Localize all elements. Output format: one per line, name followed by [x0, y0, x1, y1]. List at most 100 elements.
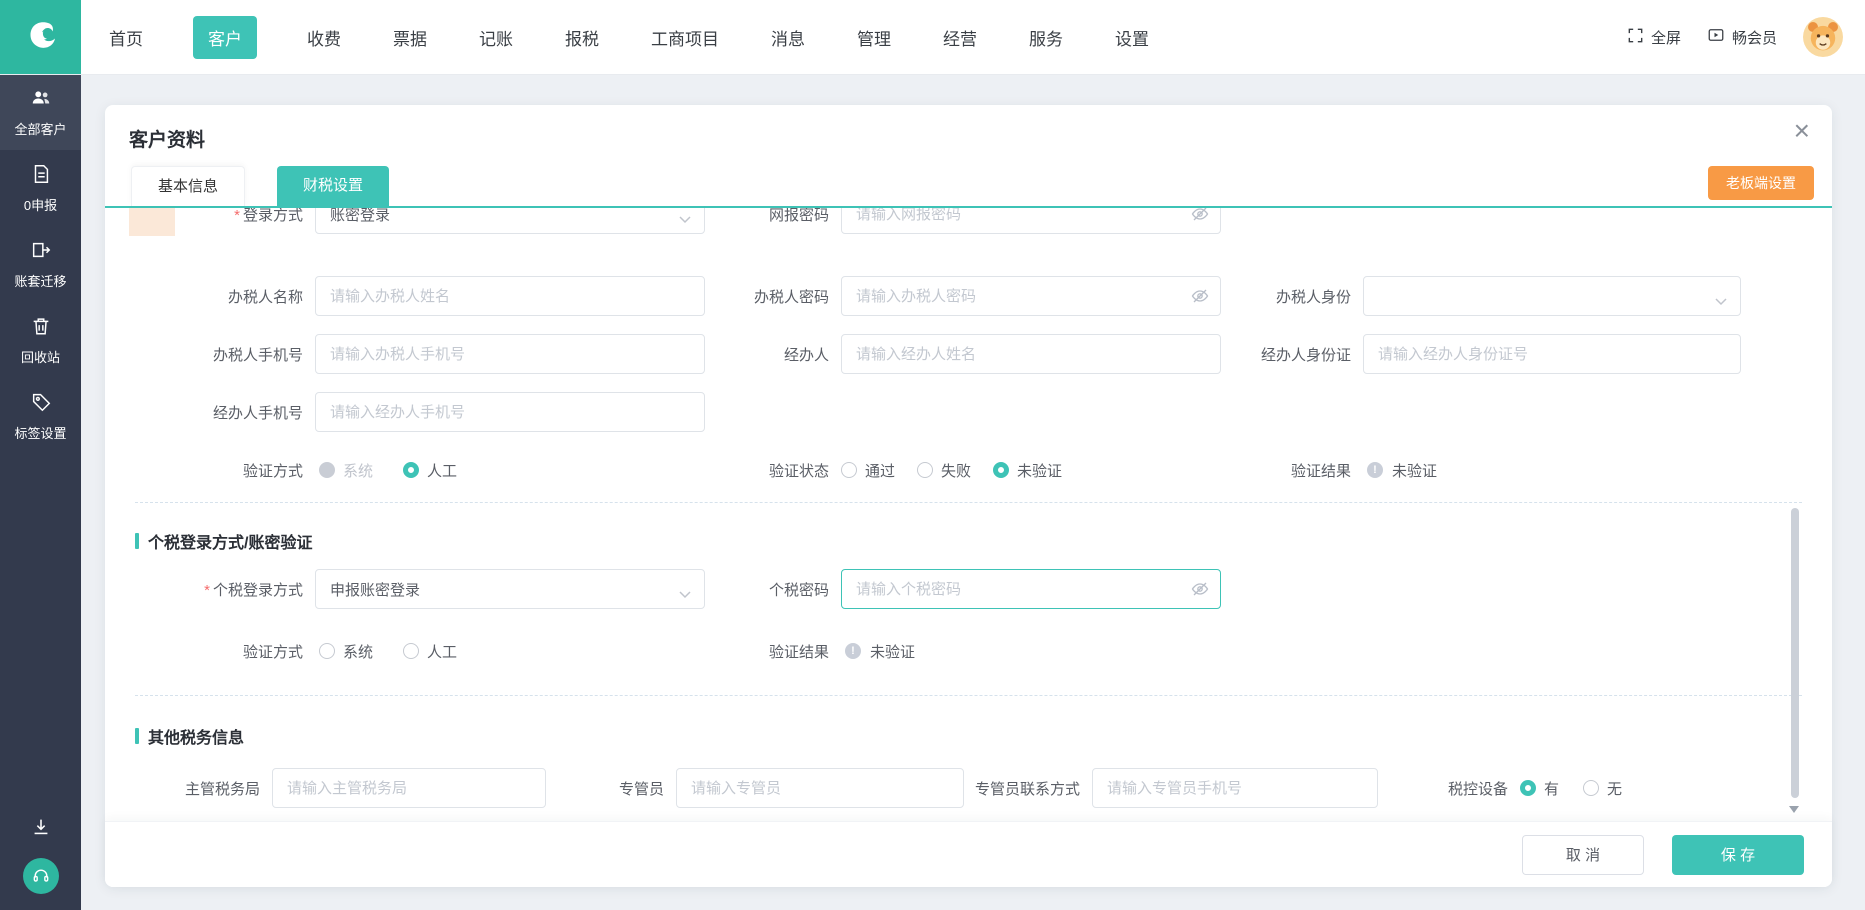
tax-bureau-input[interactable] [273, 769, 545, 807]
radio-has-device[interactable]: 有 [1520, 778, 1559, 799]
fullscreen-label: 全屏 [1650, 29, 1681, 47]
info-icon: ! [845, 643, 861, 659]
taxer-password-field [841, 276, 1221, 316]
nav-charge[interactable]: 收费 [305, 16, 343, 59]
nav-customer[interactable]: 客户 [193, 15, 257, 59]
form-row-other-tax: 主管税务局 专管员 专管员联系方式 税控设备 有 无 [135, 768, 1802, 808]
eye-off-icon[interactable] [1191, 287, 1209, 305]
main-menu: 首页 客户 收费 票据 记账 报税 工商项目 消息 管理 经营 服务 设置 [107, 15, 1151, 59]
fullscreen-button[interactable]: 全屏 [1627, 27, 1681, 48]
save-button[interactable]: 保 存 [1672, 834, 1804, 875]
radio-pass[interactable]: 通过 [841, 460, 895, 481]
tax-bureau-label: 主管税务局 [184, 780, 260, 798]
nav-tax-filing[interactable]: 报税 [563, 16, 601, 59]
eye-off-icon[interactable] [1191, 208, 1209, 223]
radio-no-device[interactable]: 无 [1583, 778, 1622, 799]
nav-invoice[interactable]: 票据 [391, 16, 429, 59]
section-bar [135, 728, 139, 744]
nav-business-project[interactable]: 工商项目 [649, 16, 721, 59]
nav-messages[interactable]: 消息 [769, 16, 807, 59]
app-logo[interactable] [0, 0, 81, 74]
form-row-verify2: 验证方式 系统 人工 验证结果 ! 未验证 [135, 639, 1802, 663]
sidebar-item-tag-settings[interactable]: 标签设置 [0, 378, 81, 454]
required-mark: * [204, 581, 210, 599]
dialog-tabbar: 基本信息 财税设置 老板端设置 [105, 166, 1832, 208]
personal-login-select[interactable]: 申报账密登录 [315, 569, 705, 609]
agent-input[interactable] [842, 335, 1220, 373]
taxer-identity-select[interactable] [1363, 276, 1741, 316]
form-row-personal-login: * 个税登录方式 申报账密登录 个税密码 [135, 569, 1802, 609]
taxer-phone-field [315, 334, 705, 374]
radio-dot [917, 462, 934, 478]
form-row-verify: 验证方式 系统 人工 验证状态 通过 失败 未验证 验证结果 ! 未验证 [135, 458, 1802, 482]
personal-password-input[interactable] [842, 570, 1220, 608]
scrollbar-thumb[interactable] [1791, 508, 1799, 798]
verify-status-label: 验证状态 [768, 462, 829, 480]
verify-result-label: 验证结果 [1290, 462, 1351, 480]
tag-icon [30, 391, 52, 416]
support-button[interactable] [22, 858, 59, 894]
sidebar-bottom [0, 816, 81, 894]
radio-dot [403, 462, 420, 478]
member-video-icon [1707, 26, 1725, 48]
nav-operation[interactable]: 经营 [941, 16, 979, 59]
radio-manual[interactable]: 人工 [403, 460, 457, 481]
scrollbar-down-arrow[interactable] [1789, 806, 1799, 813]
agent-phone-field [315, 392, 705, 432]
boss-settings-button[interactable]: 老板端设置 [1708, 166, 1814, 200]
agent-id-input[interactable] [1364, 335, 1740, 373]
radio-dot [319, 462, 335, 478]
sidebar-item-all-customers[interactable]: 全部客户 [0, 74, 81, 150]
admin-contact-label: 专管员联系方式 [974, 780, 1080, 798]
sidebar-item-label: 0申报 [23, 198, 58, 213]
nav-home[interactable]: 首页 [107, 16, 145, 59]
form-row-agent: 办税人手机号 经办人 经办人身份证 [135, 334, 1802, 374]
users-icon [30, 87, 52, 112]
tab-basic-info[interactable]: 基本信息 [131, 166, 246, 206]
nav-bookkeeping[interactable]: 记账 [477, 16, 515, 59]
personal-login-label: * 个税登录方式 [204, 581, 303, 599]
web-password-input[interactable] [842, 208, 1220, 233]
agent-label: 经办人 [783, 346, 829, 364]
nav-service[interactable]: 服务 [1027, 16, 1065, 59]
radio-manual[interactable]: 人工 [403, 641, 457, 662]
taxer-name-field [315, 276, 705, 316]
form-row-agent-phone: 经办人手机号 [135, 392, 1802, 432]
chevron-down-icon [679, 211, 691, 229]
taxer-phone-input[interactable] [316, 335, 704, 373]
avatar[interactable] [1803, 17, 1843, 57]
admin-input[interactable] [677, 769, 963, 807]
clipped-block [129, 208, 175, 236]
radio-system[interactable]: 系统 [319, 460, 373, 481]
taxer-password-input[interactable] [842, 277, 1220, 315]
member-label: 畅会员 [1731, 29, 1777, 47]
personal-password-label: 个税密码 [768, 581, 829, 599]
admin-contact-input[interactable] [1093, 769, 1377, 807]
cancel-button[interactable]: 取 消 [1522, 834, 1644, 875]
top-navbar: 首页 客户 收费 票据 记账 报税 工商项目 消息 管理 经营 服务 设置 全屏 [0, 0, 1865, 74]
select-value: 账密登录 [330, 208, 391, 224]
dialog-footer: 取 消 保 存 [105, 821, 1832, 887]
radio-system[interactable]: 系统 [319, 641, 373, 662]
sidebar-item-migrate[interactable]: 账套迁移 [0, 226, 81, 302]
member-button[interactable]: 畅会员 [1707, 26, 1777, 48]
dashed-divider [135, 695, 1802, 696]
nav-settings[interactable]: 设置 [1113, 16, 1151, 59]
radio-fail[interactable]: 失败 [917, 460, 971, 481]
sidebar-item-recycle-bin[interactable]: 回收站 [0, 302, 81, 378]
sidebar-item-declare[interactable]: 0申报 [0, 150, 81, 226]
agent-phone-input[interactable] [316, 393, 704, 431]
nav-management[interactable]: 管理 [855, 16, 893, 59]
main-area: 客户资料 × 基本信息 财税设置 老板端设置 *登录方式 账密登录 网报密码 [81, 74, 1865, 910]
eye-off-icon[interactable] [1191, 580, 1209, 598]
sidebar-item-label: 全部客户 [14, 122, 67, 137]
taxer-name-input[interactable] [316, 277, 704, 315]
download-button[interactable] [30, 816, 52, 838]
export-arrow-icon [30, 239, 52, 264]
radio-unverified[interactable]: 未验证 [993, 460, 1062, 481]
tab-tax-settings[interactable]: 财税设置 [277, 166, 390, 206]
web-password-label: 网报密码 [768, 208, 829, 224]
close-icon[interactable]: × [1794, 117, 1810, 145]
dialog-header: 客户资料 × [105, 105, 1832, 152]
login-method-select[interactable]: 账密登录 [315, 208, 705, 234]
